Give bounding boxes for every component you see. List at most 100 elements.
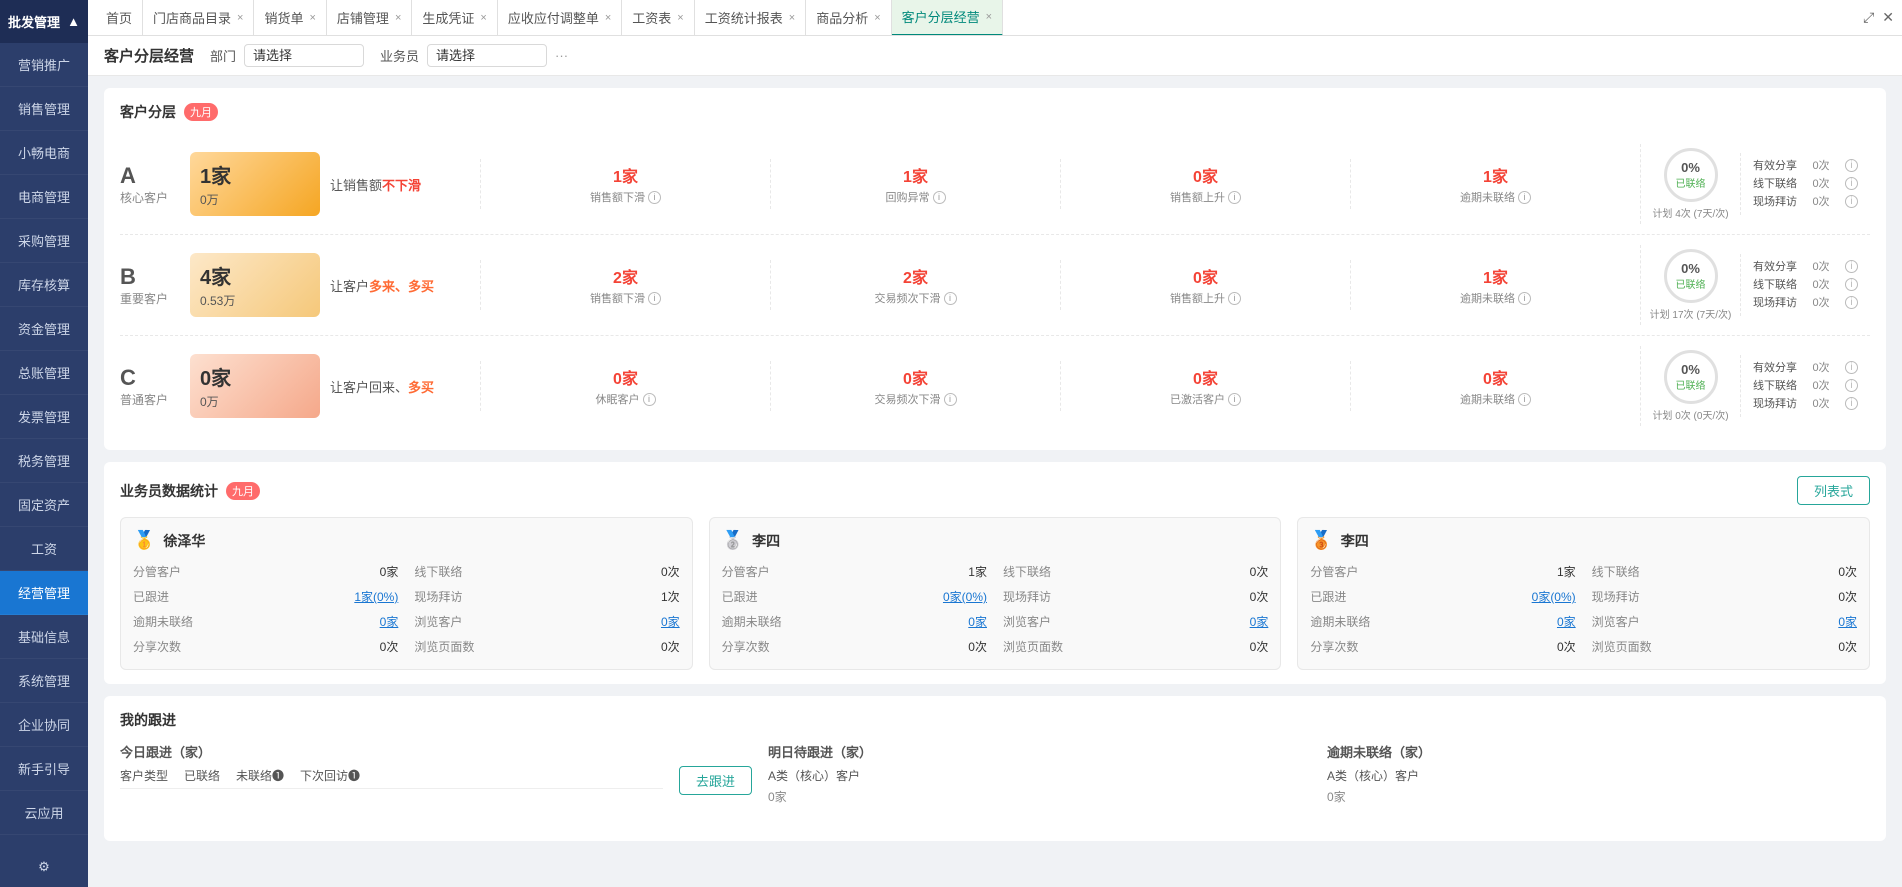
info-icon[interactable]: i — [1228, 191, 1241, 204]
tab-close-icon[interactable]: × — [605, 12, 611, 24]
tier-circle-A[interactable]: 0% 已联络 计划 4次 (7天/次) — [1640, 144, 1740, 224]
emp-stat-value[interactable]: 0家 — [968, 613, 987, 630]
sidebar-item-企业协同[interactable]: 企业协同 — [0, 703, 88, 747]
sidebar-item-工资[interactable]: 工资 — [0, 527, 88, 571]
tier-metric[interactable]: 1家逾期未联络 i — [1350, 260, 1640, 310]
tab-maximize-icon[interactable]: ⤢ — [1863, 9, 1874, 26]
sidebar-item-总账管理[interactable]: 总账管理 — [0, 351, 88, 395]
tier-metric[interactable]: 0家交易频次下滑 i — [770, 361, 1060, 411]
tab-工资表[interactable]: 工资表× — [622, 0, 694, 36]
info-icon[interactable]: i — [1845, 379, 1858, 392]
info-icon[interactable]: i — [1845, 278, 1858, 291]
emp-stat-label: 浏览页面数 — [414, 638, 474, 655]
info-icon[interactable]: i — [1228, 292, 1241, 305]
sidebar-header[interactable]: 批发管理 ▲ — [0, 0, 88, 43]
info-icon[interactable]: i — [1845, 397, 1858, 410]
tab-生成凭证[interactable]: 生成凭证× — [412, 0, 497, 36]
tab-close-icon[interactable]: × — [309, 12, 315, 24]
sidebar-item-基础信息[interactable]: 基础信息 — [0, 615, 88, 659]
sidebar-item-采购管理[interactable]: 采购管理 — [0, 219, 88, 263]
tier-metric[interactable]: 1家回购异常 i — [770, 159, 1060, 209]
tab-close-icon[interactable]: × — [986, 11, 992, 23]
tab-close-all-icon[interactable]: ✕ — [1882, 9, 1894, 26]
sidebar-item-税务管理[interactable]: 税务管理 — [0, 439, 88, 483]
info-icon[interactable]: i — [933, 191, 946, 204]
tab-close-icon[interactable]: × — [874, 12, 880, 24]
tab-close-icon[interactable]: × — [395, 12, 401, 24]
tab-销货单[interactable]: 销货单× — [254, 0, 326, 36]
emp-stat-value[interactable]: 0家(0%) — [1532, 588, 1576, 605]
sidebar-item-新手引导[interactable]: 新手引导 — [0, 747, 88, 791]
tab-门店商品目录[interactable]: 门店商品目录× — [143, 0, 254, 36]
emp-stat-value[interactable]: 0家 — [380, 613, 399, 630]
emp-stat-value[interactable]: 1家(0%) — [354, 588, 398, 605]
emp-stat-value[interactable]: 0家 — [1557, 613, 1576, 630]
tier-circle-B[interactable]: 0% 已联络 计划 17次 (7天/次) — [1640, 245, 1740, 325]
info-icon[interactable]: i — [1518, 393, 1531, 406]
tab-close-icon[interactable]: × — [237, 12, 243, 24]
sidebar-item-系统管理[interactable]: 系统管理 — [0, 659, 88, 703]
sidebar-item-营销推广[interactable]: 营销推广 — [0, 43, 88, 87]
tier-metric[interactable]: 1家销售额下滑 i — [480, 159, 770, 209]
go-followup-button[interactable]: 去跟进 — [679, 766, 752, 795]
sidebar-item-销售管理[interactable]: 销售管理 — [0, 87, 88, 131]
emp-stat-value[interactable]: 0家 — [661, 613, 680, 630]
tab-工资统计报表[interactable]: 工资统计报表× — [695, 0, 806, 36]
tier-metric[interactable]: 2家销售额下滑 i — [480, 260, 770, 310]
tier-metric[interactable]: 1家逾期未联络 i — [1350, 159, 1640, 209]
circle-gauge: 0% 已联络 — [1664, 148, 1718, 202]
info-icon[interactable]: i — [1845, 159, 1858, 172]
info-icon[interactable]: i — [1518, 292, 1531, 305]
tab-close-icon[interactable]: × — [789, 12, 795, 24]
tab-应收应付调整单[interactable]: 应收应付调整单× — [498, 0, 622, 36]
sidebar-item-小畅电商[interactable]: 小畅电商 — [0, 131, 88, 175]
emp-stat-value[interactable]: 0家 — [1250, 613, 1269, 630]
tier-stat-box-B[interactable]: 4家0.53万 — [190, 253, 320, 317]
extra-row: 线下联络 0次 i — [1753, 377, 1858, 393]
info-icon[interactable]: i — [1845, 260, 1858, 273]
tier-metric[interactable]: 0家已激活客户 i — [1060, 361, 1350, 411]
emp-stat-value[interactable]: 0家 — [1838, 613, 1857, 630]
info-icon[interactable]: i — [648, 191, 661, 204]
sidebar-item-发票管理[interactable]: 发票管理 — [0, 395, 88, 439]
sidebar-item-资金管理[interactable]: 资金管理 — [0, 307, 88, 351]
info-icon[interactable]: i — [648, 292, 661, 305]
emp-stat-label: 浏览页面数 — [1592, 638, 1652, 655]
sidebar-settings[interactable]: ⚙ — [0, 847, 88, 887]
sidebar-collapse-icon[interactable]: ▲ — [67, 14, 80, 29]
info-icon[interactable]: i — [944, 292, 957, 305]
info-icon[interactable]: i — [1845, 177, 1858, 190]
tier-circle-C[interactable]: 0% 已联络 计划 0次 (0天/次) — [1640, 346, 1740, 426]
info-icon[interactable]: i — [643, 393, 656, 406]
info-icon[interactable]: i — [1228, 393, 1241, 406]
tab-商品分析[interactable]: 商品分析× — [806, 0, 891, 36]
sidebar-item-云应用[interactable]: 云应用 — [0, 791, 88, 835]
info-icon[interactable]: i — [1845, 296, 1858, 309]
info-icon[interactable]: i — [1845, 195, 1858, 208]
tier-metric[interactable]: 2家交易频次下滑 i — [770, 260, 1060, 310]
tier-stat-box-A[interactable]: 1家0万 — [190, 152, 320, 216]
sidebar-item-经营管理[interactable]: 经营管理 — [0, 571, 88, 615]
tier-metric[interactable]: 0家销售额上升 i — [1060, 260, 1350, 310]
list-view-button[interactable]: 列表式 — [1797, 476, 1870, 505]
tab-首页[interactable]: 首页 — [96, 0, 143, 36]
tier-metric[interactable]: 0家销售额上升 i — [1060, 159, 1350, 209]
sidebar-item-电商管理[interactable]: 电商管理 — [0, 175, 88, 219]
tab-close-icon[interactable]: × — [677, 12, 683, 24]
emp-stat-value[interactable]: 0家(0%) — [943, 588, 987, 605]
tab-close-icon[interactable]: × — [480, 12, 486, 24]
tab-客户分层经营[interactable]: 客户分层经营× — [892, 0, 1003, 36]
tier-extra-B: 有效分享 0次 i 线下联络 0次 i 现场拜访 0次 i — [1740, 254, 1870, 316]
tier-metric[interactable]: 0家休眠客户 i — [480, 361, 770, 411]
sidebar-item-固定资产[interactable]: 固定资产 — [0, 483, 88, 527]
sidebar-item-库存核算[interactable]: 库存核算 — [0, 263, 88, 307]
dept-select[interactable]: 请选择 — [244, 44, 364, 67]
tier-stat-box-C[interactable]: 0家0万 — [190, 354, 320, 418]
info-icon[interactable]: i — [1518, 191, 1531, 204]
filter-more-icon[interactable]: ··· — [555, 48, 568, 63]
sales-select[interactable]: 请选择 — [427, 44, 547, 67]
tab-店铺管理[interactable]: 店铺管理× — [327, 0, 412, 36]
tier-metric[interactable]: 0家逾期未联络 i — [1350, 361, 1640, 411]
info-icon[interactable]: i — [1845, 361, 1858, 374]
info-icon[interactable]: i — [944, 393, 957, 406]
